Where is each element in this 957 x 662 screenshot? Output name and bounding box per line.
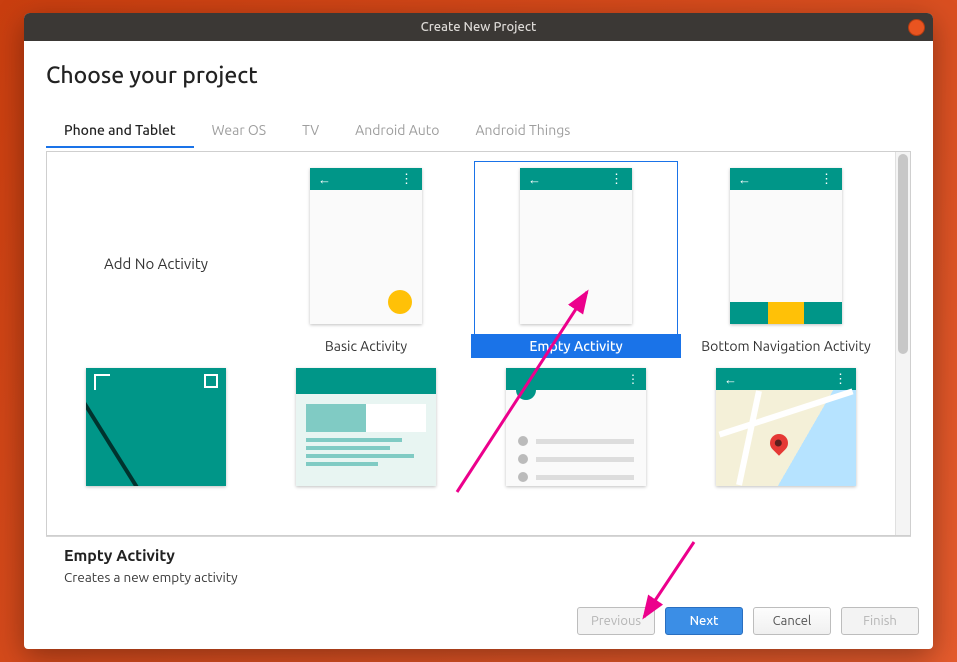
thumbnail [86,368,226,486]
more-vert-icon: ⋮ [820,172,834,187]
close-icon[interactable] [908,19,925,36]
expand-icon [94,374,110,390]
map-pin-icon [766,430,791,455]
tab-wear-os[interactable]: Wear OS [194,114,284,148]
finish-button: Finish [841,607,919,635]
window-title: Create New Project [421,20,537,34]
template-gallery-container: Add No Activity ← ⋮ Basic Activity [46,151,911,536]
thumbnail: ← ⋮ [310,168,422,324]
dialog-window: Create New Project Choose your project P… [24,13,933,649]
template-basic-activity[interactable]: ← ⋮ Basic Activity [261,158,471,358]
template-label: Basic Activity [261,334,471,358]
expand-icon [204,374,218,388]
thumbnail: ← ⋮ [520,168,632,324]
more-vert-icon: ⋮ [627,372,640,386]
back-arrow-icon: ← [738,172,751,187]
template-google-maps[interactable]: ← ⋮ [681,358,891,535]
thumbnail: ← ⋮ [730,168,842,324]
bottom-nav-icon [730,302,842,324]
template-bottom-navigation[interactable]: ← ⋮ Bottom Navigation Activity [681,158,891,358]
thumbnail [296,368,436,486]
template-fullscreen-activity[interactable] [51,358,261,535]
more-vert-icon: ⋮ [610,172,624,187]
selection-title: Empty Activity [64,547,893,565]
back-arrow-icon: ← [528,172,541,187]
scrollbar-thumb[interactable] [898,154,908,354]
back-arrow-icon: ← [724,372,737,387]
page-title: Choose your project [46,63,911,88]
back-arrow-icon: ← [318,172,331,187]
tab-android-things[interactable]: Android Things [457,114,588,148]
cancel-button[interactable]: Cancel [753,607,831,635]
avatar-icon [516,380,536,400]
template-gallery: Add No Activity ← ⋮ Basic Activity [47,152,895,535]
previous-button: Previous [577,607,655,635]
selection-description: Creates a new empty activity [64,569,893,585]
dialog-content: Choose your project Phone and Tablet Wea… [24,41,933,607]
thumbnail: ← ⋮ [716,368,856,486]
category-tabs: Phone and Tablet Wear OS TV Android Auto… [46,114,911,149]
template-label: Empty Activity [471,334,681,358]
tab-phone-tablet[interactable]: Phone and Tablet [46,114,194,148]
next-button[interactable]: Next [665,607,743,635]
more-vert-icon: ⋮ [834,372,848,387]
tab-android-auto[interactable]: Android Auto [337,114,457,148]
template-fragment-viewmodel[interactable] [261,358,471,535]
thumbnail: ⋮ [506,368,646,486]
template-empty-activity[interactable]: ← ⋮ Empty Activity [471,158,681,358]
tab-tv[interactable]: TV [284,114,337,148]
fab-icon [388,290,412,314]
scrollbar[interactable] [895,152,911,535]
more-vert-icon: ⋮ [400,172,414,187]
template-label: Bottom Navigation Activity [681,334,891,358]
selection-info: Empty Activity Creates a new empty activ… [46,536,911,607]
titlebar: Create New Project [24,13,933,41]
template-no-activity[interactable]: Add No Activity [51,158,261,358]
template-label: Add No Activity [104,255,208,272]
dialog-buttons: Previous Next Cancel Finish [24,607,933,649]
template-master-detail[interactable]: ⋮ [471,358,681,535]
desktop-background: Create New Project Choose your project P… [0,0,957,662]
